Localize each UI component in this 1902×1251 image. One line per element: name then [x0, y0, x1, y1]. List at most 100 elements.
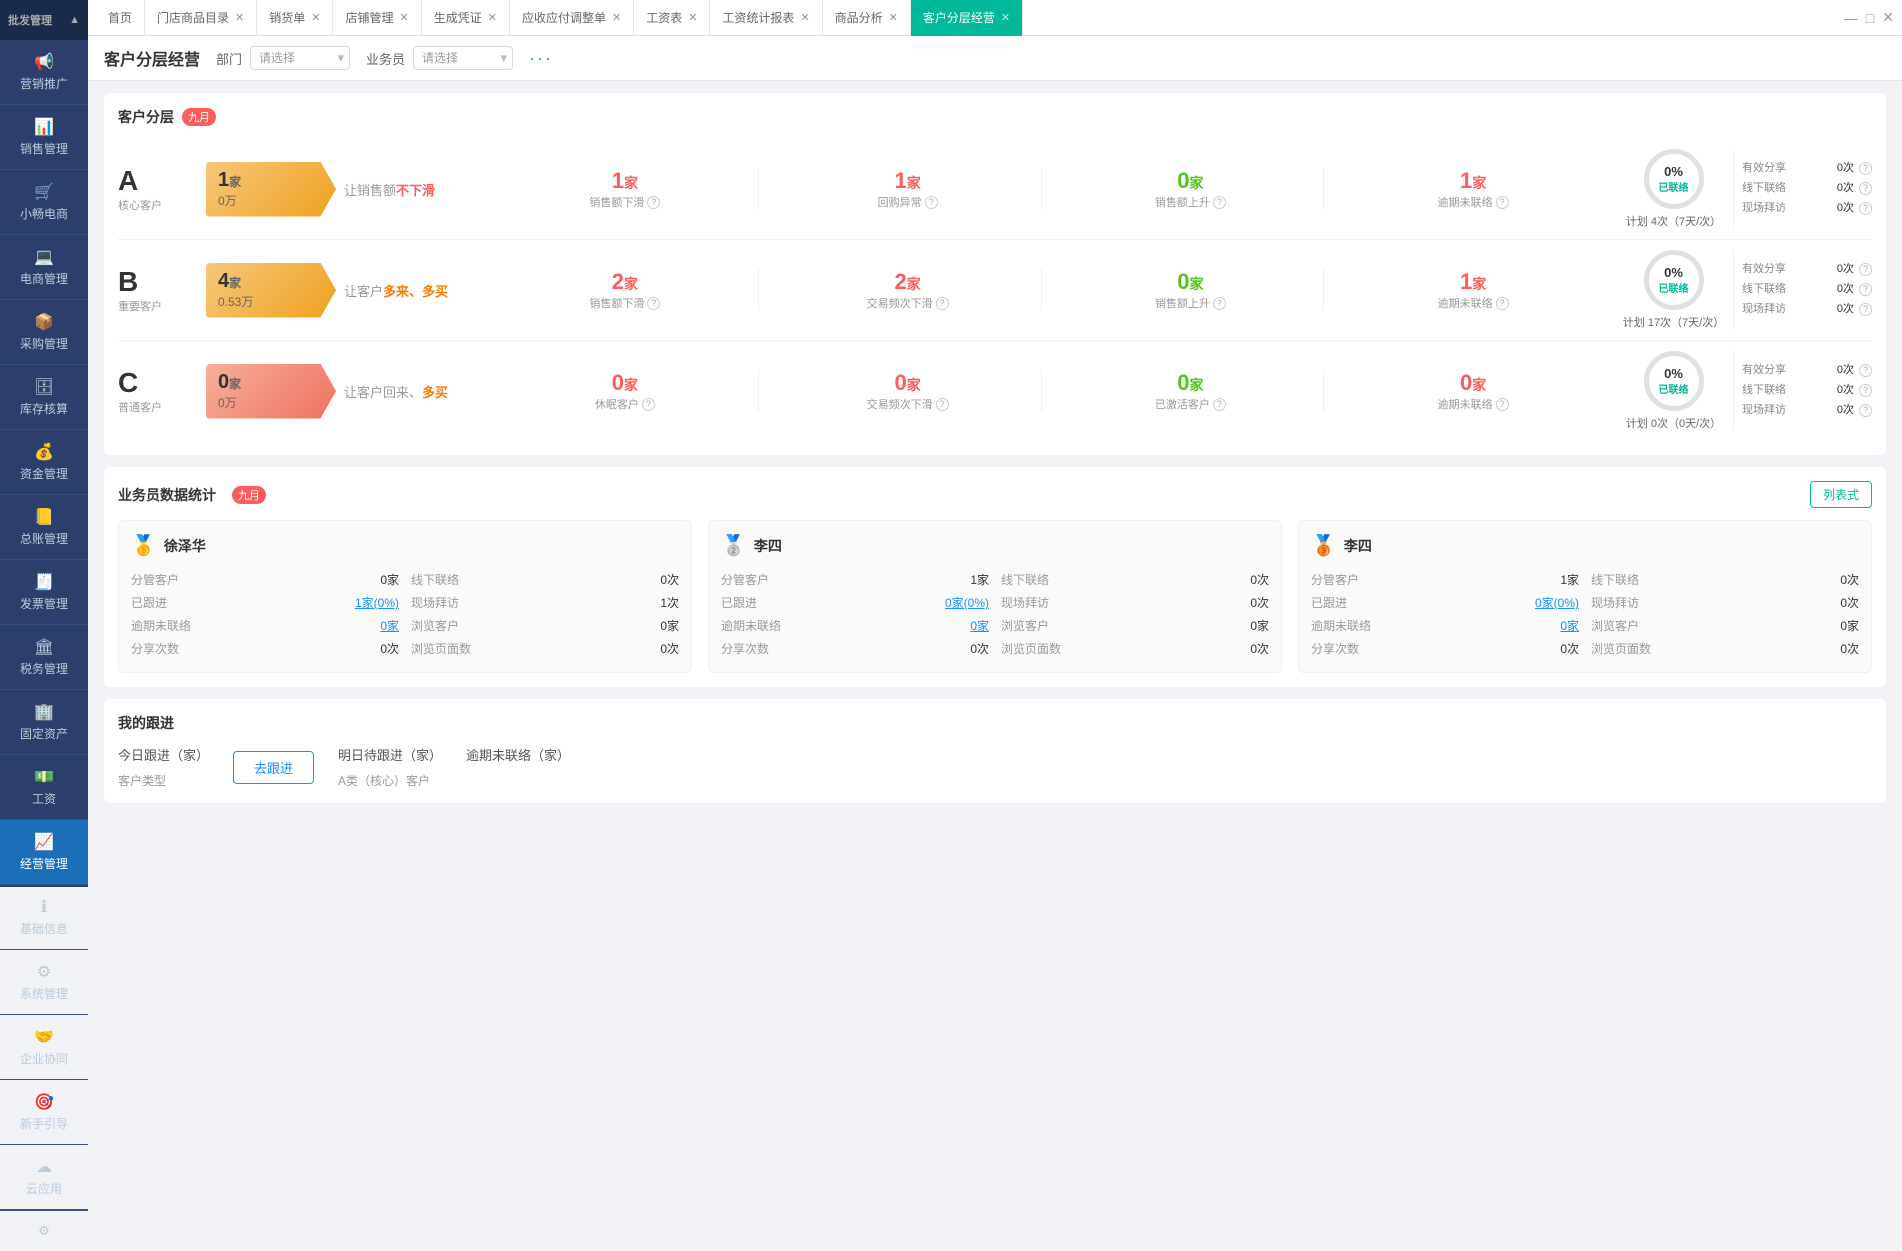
- info-icon[interactable]: ?: [1496, 297, 1509, 310]
- sidebar-item-企业协同[interactable]: 🤝企业协同: [0, 1015, 88, 1080]
- sidebar-item-固定资产[interactable]: 🏢固定资产: [0, 690, 88, 755]
- sidebar-item-icon: 💻: [8, 247, 80, 267]
- sidebar-item-小畅电商[interactable]: 🛒小畅电商: [0, 170, 88, 235]
- tier-count-bar: 4家 0.53万: [206, 263, 336, 318]
- tab-工资表[interactable]: 工资表✕: [634, 0, 710, 36]
- goto-follow-btn[interactable]: 去跟进: [233, 751, 314, 784]
- staff-stat-label: 线下联络: [411, 571, 459, 588]
- tab-店铺管理[interactable]: 店铺管理✕: [333, 0, 421, 36]
- window-close-icon[interactable]: ✕: [1882, 9, 1894, 26]
- stat-right-label: 有效分享: [1742, 260, 1786, 276]
- tab-close-icon[interactable]: ✕: [889, 11, 898, 24]
- tier-count-num: 1家: [218, 169, 336, 192]
- tab-首页[interactable]: 首页: [96, 0, 145, 36]
- tab-close-icon[interactable]: ✕: [1001, 11, 1010, 24]
- sidebar-item-icon: 📈: [8, 832, 80, 852]
- tab-close-icon[interactable]: ✕: [235, 11, 244, 24]
- stat-info-icon[interactable]: ?: [1859, 263, 1872, 276]
- sidebar-item-icon: 📦: [8, 312, 80, 332]
- sidebar-item-电商管理[interactable]: 💻电商管理: [0, 235, 88, 300]
- info-icon[interactable]: ?: [936, 398, 949, 411]
- sidebar-item-资金管理[interactable]: 💰资金管理: [0, 430, 88, 495]
- staff-stat-val: 0次: [1250, 594, 1269, 611]
- tab-close-icon[interactable]: ✕: [800, 11, 809, 24]
- stat-info-icon[interactable]: ?: [1859, 162, 1872, 175]
- stat-info-icon[interactable]: ?: [1859, 202, 1872, 215]
- tab-应收应付调整单[interactable]: 应收应付调整单✕: [510, 0, 634, 36]
- tab-close-icon[interactable]: ✕: [488, 11, 497, 24]
- info-icon[interactable]: ?: [1496, 398, 1509, 411]
- staff-stat-val[interactable]: 0家(0%): [945, 594, 989, 611]
- tab-销货单[interactable]: 销货单✕: [257, 0, 333, 36]
- stat-right-val: 0次 ?: [1837, 159, 1872, 175]
- stat-right-label: 有效分享: [1742, 361, 1786, 377]
- sidebar-item-发票管理[interactable]: 🧾发票管理: [0, 560, 88, 625]
- tab-close-icon[interactable]: ✕: [688, 11, 697, 24]
- staff-select[interactable]: 请选择: [413, 46, 513, 70]
- sidebar-item-税务管理[interactable]: 🏛税务管理: [0, 625, 88, 690]
- sidebar-item-总账管理[interactable]: 📒总账管理: [0, 495, 88, 560]
- dept-select[interactable]: 请选择: [250, 46, 350, 70]
- info-icon[interactable]: ?: [1213, 196, 1226, 209]
- sidebar-item-系统管理[interactable]: ⚙系统管理: [0, 950, 88, 1015]
- sidebar-settings-btn[interactable]: ⚙: [0, 1210, 88, 1251]
- staff-stat-val[interactable]: 0家: [1560, 617, 1579, 634]
- tab-close-icon[interactable]: ✕: [612, 11, 621, 24]
- tier-count-num: 0家: [218, 371, 336, 394]
- info-icon[interactable]: ?: [1496, 196, 1509, 209]
- tier-circle-area: 0% 已联络 计划 17次（7天/次）: [1614, 250, 1734, 330]
- staff-stat-label: 分享次数: [721, 640, 769, 657]
- stat-info-icon[interactable]: ?: [1859, 404, 1872, 417]
- sidebar-logo[interactable]: 批发管理 ▲: [0, 0, 88, 40]
- tier-bar-shape: 1家 0万: [206, 162, 336, 217]
- staff-stat-label: 浏览客户: [1001, 617, 1049, 634]
- window-minimize-icon[interactable]: —: [1844, 10, 1858, 26]
- sidebar-item-label: 企业协同: [8, 1050, 80, 1067]
- stat-info-icon[interactable]: ?: [1859, 303, 1872, 316]
- info-icon[interactable]: ?: [647, 297, 660, 310]
- tab-商品分析[interactable]: 商品分析✕: [823, 0, 911, 36]
- window-maximize-icon[interactable]: □: [1866, 10, 1874, 26]
- sidebar-item-库存核算[interactable]: 🗄库存核算: [0, 365, 88, 430]
- tab-bar-actions[interactable]: — □ ✕: [1844, 9, 1894, 26]
- metric-unit: 家: [1190, 276, 1204, 292]
- list-view-btn[interactable]: 列表式: [1810, 481, 1872, 508]
- sidebar-item-label: 云应用: [8, 1180, 80, 1197]
- sidebar-item-经营管理[interactable]: 📈经营管理: [0, 820, 88, 885]
- tab-门店商品目录[interactable]: 门店商品目录✕: [145, 0, 257, 36]
- stat-right-label: 线下联络: [1742, 179, 1786, 195]
- sidebar-item-采购管理[interactable]: 📦采购管理: [0, 300, 88, 365]
- info-icon[interactable]: ?: [1213, 398, 1226, 411]
- staff-stat-val[interactable]: 0家: [380, 617, 399, 634]
- more-filter-btn[interactable]: ···: [529, 48, 553, 69]
- stat-right-val: 0次 ?: [1837, 199, 1872, 215]
- metric-unit: 家: [907, 377, 921, 393]
- sidebar-item-基础信息[interactable]: ℹ基础信息: [0, 885, 88, 950]
- circle-pct: 0%: [1659, 366, 1689, 381]
- staff-stat-val[interactable]: 0家: [970, 617, 989, 634]
- sidebar-item-销售管理[interactable]: 📊销售管理: [0, 105, 88, 170]
- sidebar-item-新手引导[interactable]: 🎯新手引导: [0, 1080, 88, 1145]
- staff-stat-val[interactable]: 1家(0%): [355, 594, 399, 611]
- info-icon[interactable]: ?: [936, 297, 949, 310]
- staff-stat-val[interactable]: 0家(0%): [1535, 594, 1579, 611]
- sidebar-item-工资[interactable]: 💵工资: [0, 755, 88, 820]
- tab-生成凭证[interactable]: 生成凭证✕: [422, 0, 510, 36]
- tab-工资统计报表[interactable]: 工资统计报表✕: [710, 0, 822, 36]
- circle-plan: 计划 0次（0天/次）: [1626, 415, 1721, 431]
- sidebar-item-营销推广[interactable]: 📢营销推广: [0, 40, 88, 105]
- staff-stat-row: 线下联络 0次: [411, 568, 679, 591]
- staff-name: 李四: [1344, 536, 1372, 556]
- tab-close-icon[interactable]: ✕: [311, 11, 320, 24]
- stat-info-icon[interactable]: ?: [1859, 283, 1872, 296]
- info-icon[interactable]: ?: [642, 398, 655, 411]
- info-icon[interactable]: ?: [647, 196, 660, 209]
- sidebar-item-云应用[interactable]: ☁云应用: [0, 1145, 88, 1210]
- info-icon[interactable]: ?: [1213, 297, 1226, 310]
- tab-close-icon[interactable]: ✕: [400, 11, 409, 24]
- stat-info-icon[interactable]: ?: [1859, 364, 1872, 377]
- stat-info-icon[interactable]: ?: [1859, 384, 1872, 397]
- tab-客户分层经营[interactable]: 客户分层经营✕: [911, 0, 1023, 36]
- info-icon[interactable]: ?: [925, 196, 938, 209]
- stat-info-icon[interactable]: ?: [1859, 182, 1872, 195]
